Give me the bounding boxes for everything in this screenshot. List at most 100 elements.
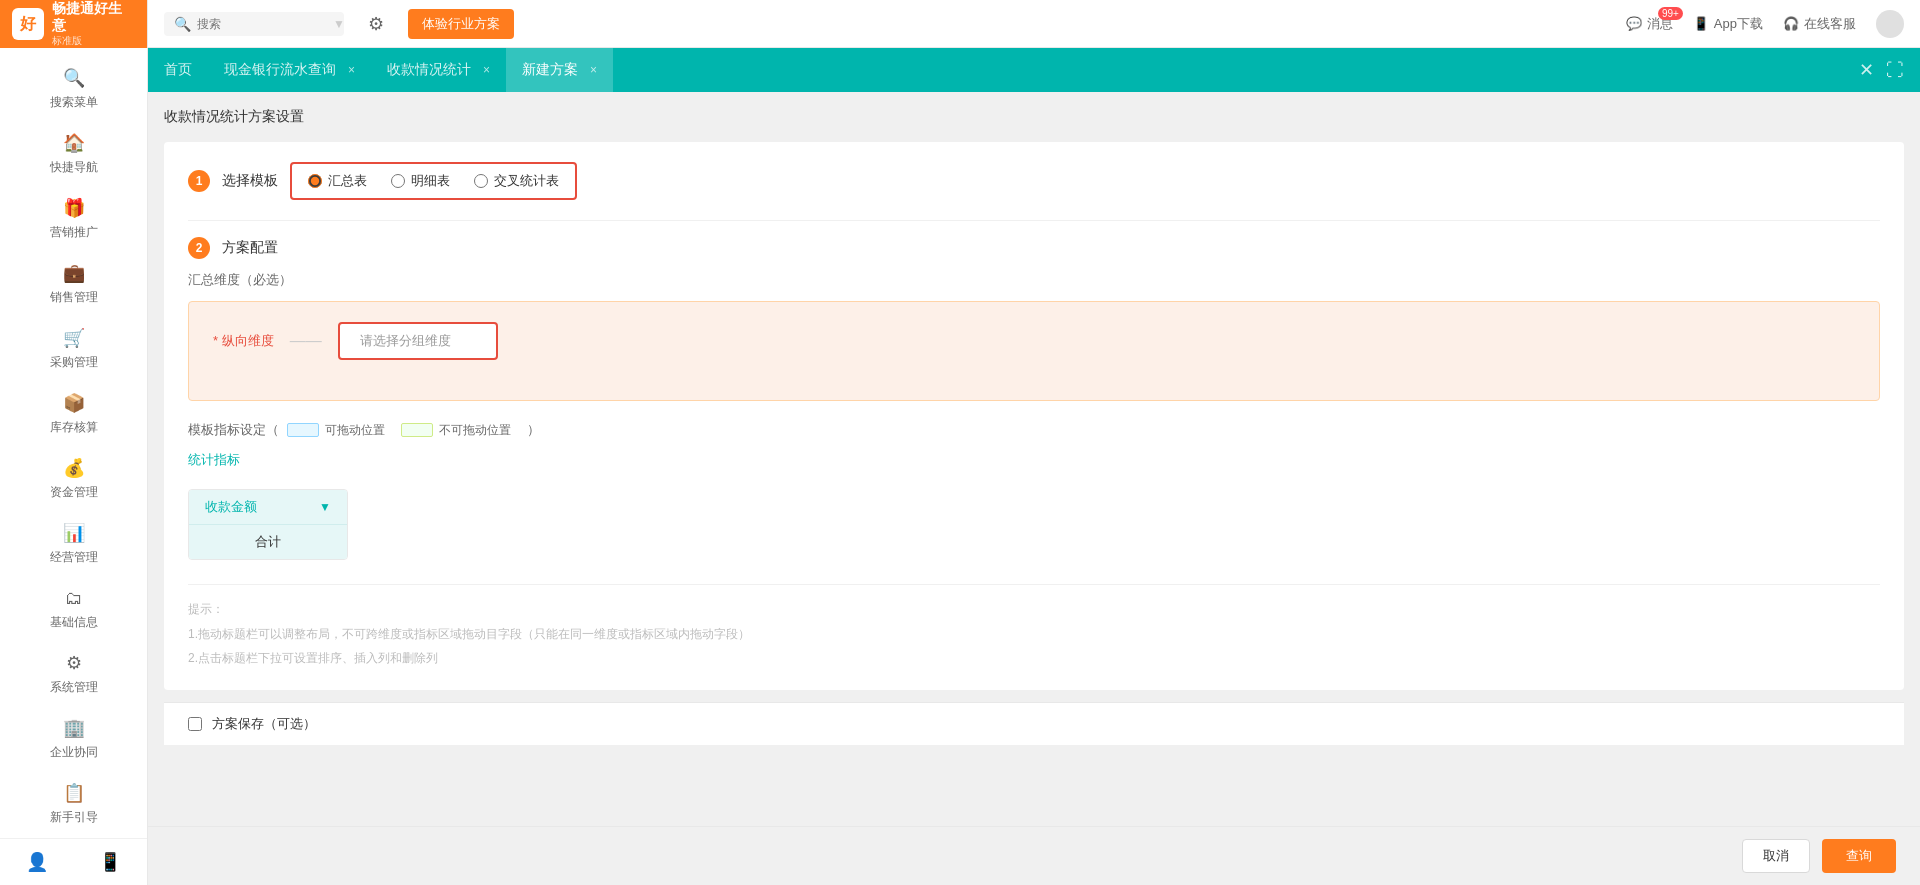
radio-summary-input[interactable] [308,174,322,188]
step2-badge: 2 [188,237,210,259]
user-avatar[interactable] [1876,10,1904,38]
radio-detail-input[interactable] [391,174,405,188]
tab-new-plan-close[interactable]: × [590,63,597,77]
sidebar-item-label: 系统管理 [50,679,98,696]
marketing-icon: 🎁 [62,196,86,220]
dimension-arrow: —— [290,332,322,350]
app-name-block: 畅捷通好生意 标准版 [52,0,135,48]
search-menu-icon: 🔍 [62,66,86,90]
sidebar-bottom-icon2-icon: 📱 [99,851,121,873]
sidebar-item-label: 销售管理 [50,289,98,306]
sidebar-item-guide[interactable]: 📋 新手引导 [0,771,147,836]
step-divider [188,220,1880,221]
sidebar-item-enterprise[interactable]: 🏢 企业协同 [0,706,147,771]
tips-line2: 2.点击标题栏下拉可设置排序、插入列和删除列 [188,646,1880,670]
tips-area: 提示： 1.拖动标题栏可以调整布局，不可跨维度或指标区域拖动目字段（只能在同一维… [188,584,1880,670]
tab-collection-stat-close[interactable]: × [483,63,490,77]
content-wrapper: 收款情况统计方案设置 1 选择模板 汇总表 明细表 [148,92,1920,885]
industry-btn[interactable]: 体验行业方案 [408,9,514,39]
download-btn[interactable]: 📱 App下载 [1693,15,1763,33]
metrics-dropdown-icon[interactable]: ▼ [319,500,331,514]
dimension-section-title: 汇总维度（必选） [188,271,1880,289]
gear-button[interactable]: ⚙ [360,8,392,40]
radio-detail[interactable]: 明细表 [391,172,450,190]
step1-label: 选择模板 [222,172,278,190]
sidebar-item-label: 营销推广 [50,224,98,241]
sidebar-item-system[interactable]: ⚙ 系统管理 [0,641,147,706]
tab-close-all-btn[interactable]: ✕ [1859,59,1874,81]
sidebar-item-finance[interactable]: 💰 资金管理 [0,446,147,511]
sidebar-item-inventory[interactable]: 📦 库存核算 [0,381,147,446]
radio-cross[interactable]: 交叉统计表 [474,172,559,190]
radio-cross-input[interactable] [474,174,488,188]
footer-buttons: 取消 查询 [148,826,1920,885]
top-header: 🔍 ▼ ⚙ 体验行业方案 💬 消息 99+ 📱 App下载 🎧 在线客服 [148,0,1920,48]
sidebar-item-label: 经营管理 [50,549,98,566]
query-button[interactable]: 查询 [1822,839,1896,873]
service-icon: 🎧 [1783,16,1799,31]
service-btn[interactable]: 🎧 在线客服 [1783,15,1856,33]
tab-bar-actions: ✕ ⛶ [1859,59,1920,81]
notification-badge: 99+ [1658,7,1683,20]
step2-row: 2 方案配置 [188,237,1880,259]
dimension-row: * 纵向维度 —— 请选择分组维度 [213,322,1855,360]
sidebar-item-purchase[interactable]: 🛒 采购管理 [0,316,147,381]
tips-line1: 1.拖动标题栏可以调整布局，不可跨维度或指标区域拖动目字段（只能在同一维度或指标… [188,622,1880,646]
sidebar-item-label: 搜索菜单 [50,94,98,111]
app-name: 畅捷通好生意 [52,0,135,34]
sidebar-item-label: 采购管理 [50,354,98,371]
sidebar-bottom-icon2[interactable]: 📱 [99,851,121,873]
radio-summary[interactable]: 汇总表 [308,172,367,190]
finance-icon: 💰 [62,456,86,480]
page-title: 收款情况统计方案设置 [164,108,1904,126]
radio-summary-label: 汇总表 [328,172,367,190]
cancel-button[interactable]: 取消 [1742,839,1810,873]
download-label: App下载 [1714,15,1763,33]
tab-expand-btn[interactable]: ⛶ [1886,60,1904,81]
vertical-dimension-label: * 纵向维度 [213,332,274,350]
metrics-section: 模板指标设定（ 可拖动位置 不可拖动位置 ） [188,421,1880,564]
sidebar-item-operations[interactable]: 📊 经营管理 [0,511,147,576]
notification-icon: 💬 [1626,16,1642,31]
sidebar-item-label: 基础信息 [50,614,98,631]
dimension-section: 汇总维度（必选） * 纵向维度 —— 请选择分组维度 [188,271,1880,401]
stats-indicator-label: 统计指标 [188,451,1880,469]
tab-cashflow[interactable]: 现金银行流水查询 × [208,48,371,92]
step1-badge: 1 [188,170,210,192]
sidebar-bottom-icon1[interactable]: 👤 [26,851,48,873]
sidebar-item-sales[interactable]: 💼 销售管理 [0,251,147,316]
sidebar-item-search-menu[interactable]: 🔍 搜索菜单 [0,56,147,121]
tab-new-plan[interactable]: 新建方案 × [506,48,613,92]
legend-draggable-label: 可拖动位置 [325,422,385,439]
dimension-area: * 纵向维度 —— 请选择分组维度 [188,301,1880,401]
metrics-legend: 可拖动位置 不可拖动位置 ） [287,421,540,439]
search-input[interactable] [197,17,327,31]
save-checkbox[interactable] [188,717,202,731]
download-icon: 📱 [1693,16,1709,31]
tab-home[interactable]: 首页 [148,48,208,92]
sidebar-item-label: 企业协同 [50,744,98,761]
sidebar-item-marketing[interactable]: 🎁 营销推广 [0,186,147,251]
system-icon: ⚙ [62,651,86,675]
sidebar-item-basic-info[interactable]: 🗂 基础信息 [0,576,147,641]
header-left: 🔍 ▼ ⚙ 体验行业方案 [164,8,1610,40]
tab-cashflow-close[interactable]: × [348,63,355,77]
sidebar-logo: 好 畅捷通好生意 标准版 [0,0,147,48]
metrics-table-cell: 合计 [189,525,347,559]
sidebar-item-label: 库存核算 [50,419,98,436]
sidebar-bottom: 👤 📱 [0,838,147,885]
tab-new-plan-label: 新建方案 [522,61,578,79]
metrics-table: 收款金额 ▼ 合计 [188,489,348,560]
sidebar-item-quick-nav[interactable]: 🏠 快捷导航 [0,121,147,186]
sidebar-item-label: 资金管理 [50,484,98,501]
save-section: 方案保存（可选） [164,702,1904,745]
legend-draggable-icon [287,423,319,437]
service-label: 在线客服 [1804,15,1856,33]
radio-detail-label: 明细表 [411,172,450,190]
dimension-select-box[interactable]: 请选择分组维度 [338,322,498,360]
tab-collection-stat[interactable]: 收款情况统计 × [371,48,506,92]
sidebar-bottom-icon1-icon: 👤 [26,851,48,873]
metrics-table-header: 收款金额 ▼ [189,490,347,525]
search-bar[interactable]: 🔍 ▼ [164,12,344,36]
notification-btn[interactable]: 💬 消息 99+ [1626,15,1673,33]
